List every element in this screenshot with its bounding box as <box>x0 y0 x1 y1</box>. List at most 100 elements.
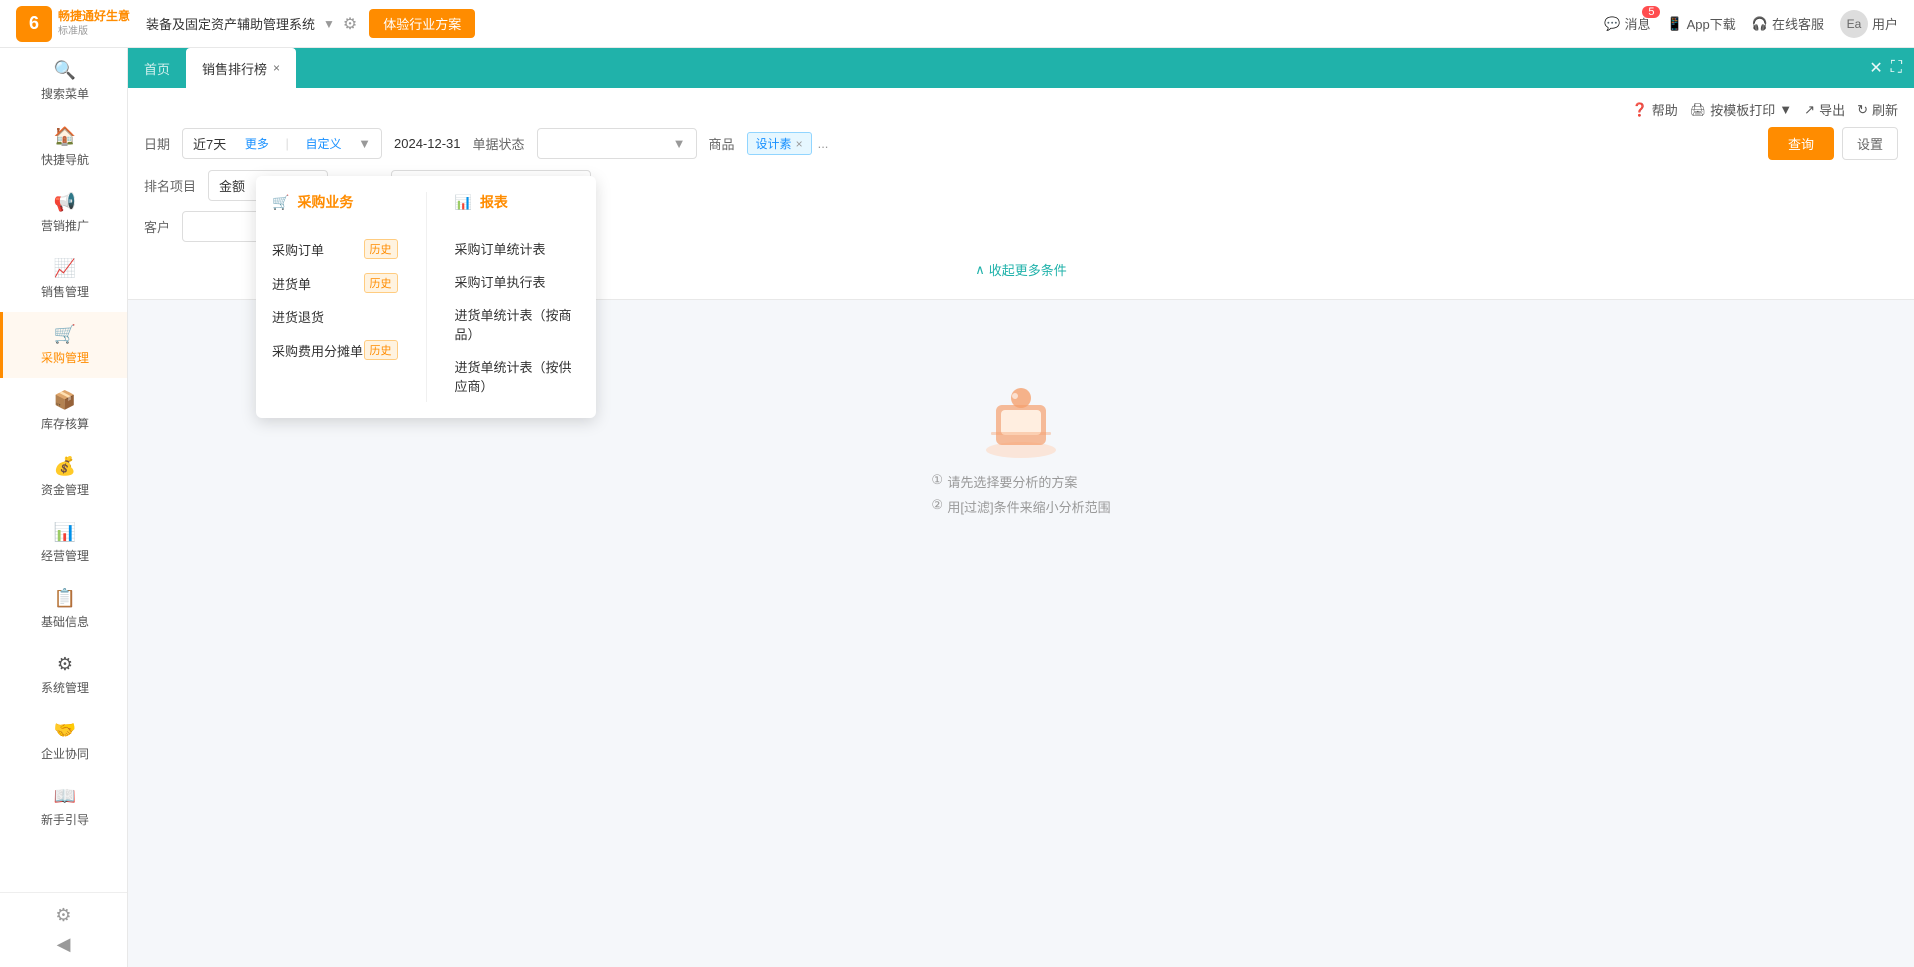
sidebar-bottom: ⚙ ◀ <box>0 892 127 967</box>
logo: 6 畅捷通好生意 标准版 <box>16 6 130 42</box>
industry-button[interactable]: 体验行业方案 <box>369 9 475 38</box>
purchase-col-title: 🛒 采购业务 <box>272 192 398 220</box>
system-icon: ⚙ <box>57 654 73 675</box>
export-btn[interactable]: ↗ 导出 <box>1804 100 1845 119</box>
query-button[interactable]: 查询 <box>1768 127 1834 160</box>
history-tag-3: 历史 <box>364 340 398 360</box>
sidebar-item-marketing[interactable]: 📢 营销推广 <box>0 180 127 246</box>
system-dropdown-arrow[interactable]: ▼ <box>323 17 335 31</box>
goods-filter: 设计素 × ... <box>747 132 829 155</box>
help-btn[interactable]: ❓ 帮助 <box>1632 100 1678 119</box>
top-bar: 6 畅捷通好生意 标准版 装备及固定资产辅助管理系统 ▼ ⚙ 体验行业方案 💬 … <box>0 0 1914 48</box>
sidebar: 🔍 搜索菜单 🏠 快捷导航 📢 营销推广 📈 销售管理 🛒 采购管理 📦 <box>0 48 128 967</box>
headset-icon: 🎧 <box>1752 16 1768 32</box>
enterprise-icon: 🤝 <box>54 720 76 741</box>
dropdown-item-report-1[interactable]: 采购订单统计表 <box>455 232 581 265</box>
filter-row-1: 日期 近7天 更多 | 自定义 ▼ 2024-12-31 单据状态 ▼ <box>144 127 1898 160</box>
print-btn[interactable]: 🖨 按模板打印 ▼ <box>1690 100 1792 119</box>
marketing-icon: 📢 <box>54 192 76 213</box>
app-download-btn[interactable]: 📱 App下载 <box>1666 14 1735 33</box>
system-name: 装备及固定资产辅助管理系统 <box>146 14 315 33</box>
date-end-value: 2024-12-31 <box>394 136 461 151</box>
home-icon: 🏠 <box>54 126 76 147</box>
settings-icon[interactable]: ⚙ <box>343 14 357 34</box>
set-button[interactable]: 设置 <box>1842 127 1898 160</box>
main-layout: 🔍 搜索菜单 🏠 快捷导航 📢 营销推广 📈 销售管理 🛒 采购管理 📦 <box>0 48 1914 967</box>
search-icon: 🔍 <box>54 60 76 81</box>
dropdown-item-report-4[interactable]: 进货单统计表（按供应商） <box>455 350 581 402</box>
sidebar-item-inventory[interactable]: 📦 库存核算 <box>0 378 127 444</box>
phone-icon: 📱 <box>1666 16 1682 32</box>
purchase-dropdown-menu: 🛒 采购业务 采购订单 历史 进货单 历史 <box>256 176 596 418</box>
goods-tag: 设计素 × <box>747 132 812 155</box>
tab-sales-rank[interactable]: 销售排行榜 × <box>186 48 296 88</box>
order-status-select[interactable]: ▼ <box>537 128 697 159</box>
inventory-icon: 📦 <box>54 390 76 411</box>
collapse-arrow-icon: ∧ <box>975 262 985 278</box>
message-btn[interactable]: 💬 消息 5 <box>1604 14 1650 33</box>
sidebar-collapse-btn[interactable]: ◀ <box>57 934 71 955</box>
empty-text-list: 请先选择要分析的方案 用[过滤]条件来缩小分析范围 <box>931 472 1110 522</box>
dropdown-columns: 🛒 采购业务 采购订单 历史 进货单 历史 <box>272 192 580 402</box>
sidebar-settings-btn[interactable]: ⚙ <box>55 905 71 926</box>
dropdown-item-report-3[interactable]: 进货单统计表（按商品） <box>455 298 581 350</box>
dropdown-item-goods-receipt[interactable]: 进货单 历史 <box>272 266 398 300</box>
history-tag-1: 历史 <box>364 273 398 293</box>
dropdown-item-purchase-order[interactable]: 采购订单 历史 <box>272 232 398 266</box>
help-icon: ❓ <box>1632 102 1648 118</box>
report-col: 📊 报表 采购订单统计表 采购订单执行表 进货单统计表（按商品） <box>455 192 581 402</box>
empty-hint-2: 用[过滤]条件来缩小分析范围 <box>931 497 1110 516</box>
logo-text: 畅捷通好生意 标准版 <box>58 9 130 38</box>
sales-icon: 📈 <box>54 258 76 279</box>
guide-icon: 📖 <box>54 786 76 807</box>
sidebar-item-operations[interactable]: 📊 经营管理 <box>0 510 127 576</box>
topbar-right: 💬 消息 5 📱 App下载 🎧 在线客服 Ea 用户 <box>1604 10 1898 38</box>
date-picker[interactable]: 近7天 更多 | 自定义 ▼ <box>182 128 382 159</box>
main-content: ❓ 帮助 🖨 按模板打印 ▼ ↗ 导出 ↻ <box>128 88 1914 967</box>
toolbar-row: ❓ 帮助 🖨 按模板打印 ▼ ↗ 导出 ↻ <box>144 100 1898 119</box>
system-info: 装备及固定资产辅助管理系统 ▼ ⚙ 体验行业方案 <box>146 9 1604 38</box>
tab-home[interactable]: 首页 <box>128 48 186 88</box>
sidebar-item-base-info[interactable]: 📋 基础信息 <box>0 576 127 642</box>
sidebar-item-finance[interactable]: 💰 资金管理 <box>0 444 127 510</box>
sidebar-item-enterprise[interactable]: 🤝 企业协同 <box>0 708 127 774</box>
rank-label: 排名项目 <box>144 176 196 195</box>
customer-label: 客户 <box>144 217 170 236</box>
report-col-title: 📊 报表 <box>455 192 581 220</box>
dropdown-item-report-2[interactable]: 采购订单执行表 <box>455 265 581 298</box>
logo-icon: 6 <box>16 6 52 42</box>
sidebar-item-search[interactable]: 🔍 搜索菜单 <box>0 48 127 114</box>
purchase-col-icon: 🛒 <box>272 194 289 211</box>
empty-hint-1: 请先选择要分析的方案 <box>931 472 1110 491</box>
message-icon: 💬 <box>1604 16 1620 32</box>
refresh-btn[interactable]: ↻ 刷新 <box>1857 100 1898 119</box>
tab-actions: ✕ ⛶ <box>1869 58 1914 78</box>
goods-more-btn[interactable]: ... <box>818 136 829 151</box>
user-btn[interactable]: Ea 用户 <box>1840 10 1898 38</box>
avatar: Ea <box>1840 10 1868 38</box>
print-icon: 🖨 <box>1690 102 1707 118</box>
goods-label: 商品 <box>709 134 735 153</box>
sidebar-item-guide[interactable]: 📖 新手引导 <box>0 774 127 840</box>
sidebar-item-purchase[interactable]: 🛒 采购管理 <box>0 312 127 378</box>
sidebar-item-system[interactable]: ⚙ 系统管理 <box>0 642 127 708</box>
content-area: 首页 销售排行榜 × ✕ ⛶ ❓ <box>128 48 1914 967</box>
goods-tag-remove[interactable]: × <box>796 137 803 151</box>
base-info-icon: 📋 <box>54 588 76 609</box>
tab-close-btn[interactable]: × <box>273 61 280 75</box>
tab-expand-btn[interactable]: ⛶ <box>1891 59 1902 77</box>
purchase-icon: 🛒 <box>54 324 76 345</box>
sidebar-item-sales[interactable]: 📈 销售管理 <box>0 246 127 312</box>
app-container: 6 畅捷通好生意 标准版 装备及固定资产辅助管理系统 ▼ ⚙ 体验行业方案 💬 … <box>0 0 1914 967</box>
tab-close-all-btn[interactable]: ✕ <box>1869 58 1882 78</box>
sidebar-item-quick-nav[interactable]: 🏠 快捷导航 <box>0 114 127 180</box>
online-service-btn[interactable]: 🎧 在线客服 <box>1752 14 1824 33</box>
history-tag-0: 历史 <box>364 239 398 259</box>
finance-icon: 💰 <box>54 456 76 477</box>
tab-bar: 首页 销售排行榜 × ✕ ⛶ <box>128 48 1914 88</box>
report-col-icon: 📊 <box>455 194 472 211</box>
dropdown-item-goods-return[interactable]: 进货退货 <box>272 300 398 333</box>
dropdown-item-purchase-fee[interactable]: 采购费用分摊单 历史 <box>272 333 398 367</box>
dropdown-divider <box>426 192 427 402</box>
print-arrow: ▼ <box>1779 102 1792 117</box>
